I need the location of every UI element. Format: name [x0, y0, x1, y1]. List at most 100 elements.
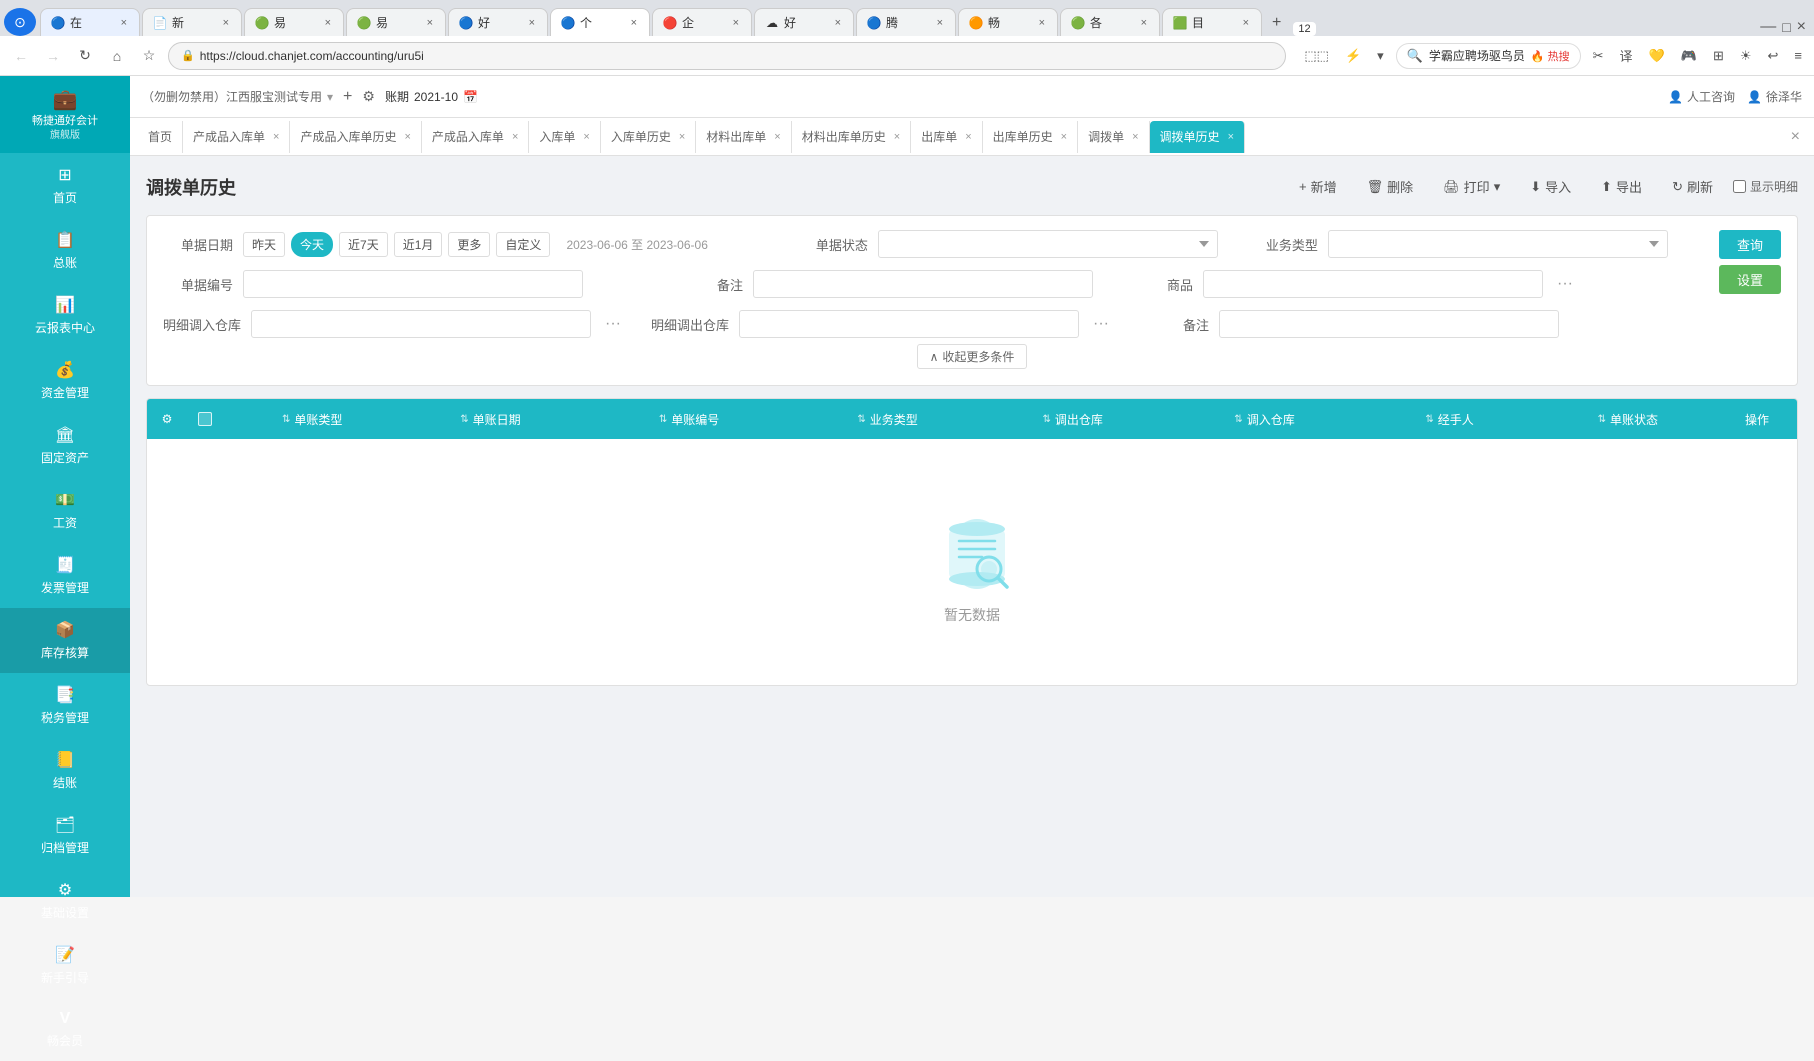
- nav-back-button[interactable]: ←: [8, 43, 34, 69]
- sidebar-item-reports[interactable]: 📊 云报表中心: [0, 283, 130, 348]
- query-button[interactable]: 查询: [1719, 230, 1781, 259]
- game-btn[interactable]: 🎮: [1677, 46, 1701, 66]
- tab-close-5[interactable]: ×: [527, 15, 537, 31]
- page-tab-6[interactable]: 材料出库单 ×: [696, 121, 791, 153]
- scissors-btn[interactable]: ✂: [1589, 46, 1608, 66]
- page-tab-3[interactable]: 产成品入库单 ×: [422, 121, 529, 153]
- date-btn-7days[interactable]: 近7天: [339, 232, 388, 257]
- th-in-wh[interactable]: ⇅ 调入仓库: [1169, 411, 1361, 428]
- show-cols-checkbox[interactable]: [1733, 180, 1746, 193]
- print-button[interactable]: 🖨 打印 ▾: [1433, 172, 1510, 201]
- settings-button[interactable]: 设置: [1719, 265, 1781, 294]
- th-num[interactable]: ⇅ 单账编号: [580, 411, 799, 428]
- sidebar-item-basic[interactable]: ⚙ 基础设置: [0, 868, 130, 933]
- sidebar-item-salary[interactable]: 💵 工资: [0, 478, 130, 543]
- th-out-wh[interactable]: ⇅ 调出仓库: [977, 411, 1169, 428]
- user-info[interactable]: 👤 徐泽华: [1747, 88, 1802, 105]
- undo-btn[interactable]: ↩: [1764, 46, 1783, 66]
- page-tabs-close-all[interactable]: ×: [1785, 128, 1806, 146]
- window-minimize[interactable]: —: [1760, 18, 1776, 36]
- new-tab-button[interactable]: +: [1264, 10, 1289, 36]
- sidebar-item-funds[interactable]: 💰 资金管理: [0, 348, 130, 413]
- th-handler[interactable]: ⇅ 经手人: [1360, 411, 1538, 428]
- page-tab-6-close[interactable]: ×: [774, 131, 780, 143]
- browser-tab-5[interactable]: 🔵 好 ×: [448, 8, 548, 36]
- page-tab-1-close[interactable]: ×: [273, 131, 279, 143]
- th-biz[interactable]: ⇅ 业务类型: [798, 411, 976, 428]
- sidebar-item-close[interactable]: 📒 结账: [0, 738, 130, 803]
- sidebar-item-member[interactable]: V 畅会员: [0, 998, 130, 1061]
- browser-tab-2[interactable]: 📄 新 ×: [142, 8, 242, 36]
- wallet-btn[interactable]: 💛: [1645, 46, 1669, 66]
- page-tab-3-close[interactable]: ×: [512, 131, 518, 143]
- page-tab-10-close[interactable]: ×: [1132, 131, 1138, 143]
- grid-btn[interactable]: ⊞: [1709, 46, 1728, 66]
- lightning-btn[interactable]: ⚡: [1341, 46, 1365, 66]
- sidebar-item-home[interactable]: ⊞ 首页: [0, 153, 130, 218]
- browser-tab-1[interactable]: 🔵 在 ×: [40, 8, 140, 36]
- new-button[interactable]: + 新增: [1289, 172, 1347, 201]
- biz-type-select[interactable]: [1328, 230, 1668, 258]
- sidebar-item-ledger[interactable]: 📋 总账: [0, 218, 130, 283]
- goods-input[interactable]: [1203, 270, 1543, 298]
- delete-button[interactable]: 🗑 删除: [1357, 172, 1424, 201]
- address-bar[interactable]: 🔒 https://cloud.chanjet.com/accounting/u…: [168, 42, 1286, 70]
- page-tab-7-close[interactable]: ×: [894, 131, 900, 143]
- company-selector[interactable]: （勿删勿禁用）江西服宝测试专用 ▾: [142, 88, 333, 105]
- add-company-button[interactable]: +: [343, 88, 352, 106]
- page-tab-home[interactable]: 首页: [138, 121, 183, 153]
- page-tab-5-close[interactable]: ×: [679, 131, 685, 143]
- in-wh-input[interactable]: [251, 310, 591, 338]
- translate-btn[interactable]: 译: [1616, 44, 1637, 67]
- status-select[interactable]: [878, 230, 1218, 258]
- th-type[interactable]: ⇅ 单账类型: [223, 411, 401, 428]
- browser-tab-10[interactable]: 🟠 畅 ×: [958, 8, 1058, 36]
- nav-refresh-button[interactable]: ↻: [72, 43, 98, 69]
- sidebar-item-archive[interactable]: 🗂 归档管理: [0, 803, 130, 868]
- date-btn-1month[interactable]: 近1月: [394, 232, 443, 257]
- tab-close-4[interactable]: ×: [425, 15, 435, 31]
- page-tab-10[interactable]: 调拨单 ×: [1078, 121, 1149, 153]
- date-btn-more[interactable]: 更多: [448, 232, 490, 257]
- tab-close-6[interactable]: ×: [629, 15, 639, 31]
- goods-ellipsis-btn[interactable]: ···: [1557, 275, 1573, 293]
- page-tab-8[interactable]: 出库单 ×: [911, 121, 982, 153]
- page-tab-7[interactable]: 材料出库单历史 ×: [792, 121, 911, 153]
- sidebar-item-invoice[interactable]: 🧾 发票管理: [0, 543, 130, 608]
- page-tab-9[interactable]: 出库单历史 ×: [983, 121, 1078, 153]
- th-checkbox-cell[interactable]: [187, 412, 223, 426]
- remark-input[interactable]: [753, 270, 1093, 298]
- menu-btn[interactable]: ≡: [1790, 46, 1806, 65]
- browser-tab-12[interactable]: 🟩 目 ×: [1162, 8, 1262, 36]
- remark2-input[interactable]: [1219, 310, 1559, 338]
- browser-tab-3[interactable]: 🟢 易 ×: [244, 8, 344, 36]
- service-button[interactable]: 👤 人工咨询: [1668, 88, 1735, 105]
- nav-home-button[interactable]: ⌂: [104, 43, 130, 69]
- select-all-checkbox[interactable]: [198, 412, 212, 426]
- out-wh-ellipsis-btn[interactable]: ···: [1093, 315, 1109, 333]
- page-tab-2-close[interactable]: ×: [404, 131, 410, 143]
- browser-search-bar[interactable]: 🔍 学霸应聘场驱鸟员 🔥 热搜: [1396, 43, 1581, 69]
- browser-tab-4[interactable]: 🟢 易 ×: [346, 8, 446, 36]
- page-tab-11-close[interactable]: ×: [1228, 131, 1234, 143]
- sidebar-item-inventory[interactable]: 📦 库存核算: [0, 608, 130, 673]
- page-tab-4[interactable]: 入库单 ×: [529, 121, 600, 153]
- page-tab-8-close[interactable]: ×: [965, 131, 971, 143]
- sidebar-item-tax[interactable]: 📑 税务管理: [0, 673, 130, 738]
- browser-tab-7[interactable]: 🔴 企 ×: [652, 8, 752, 36]
- tab-close-11[interactable]: ×: [1139, 15, 1149, 31]
- out-wh-input[interactable]: [739, 310, 1079, 338]
- period-selector[interactable]: 账期 2021-10 📅: [385, 88, 478, 105]
- window-maximize[interactable]: □: [1782, 19, 1790, 35]
- dropdown-btn[interactable]: ▾: [1373, 46, 1388, 66]
- docnum-input[interactable]: [243, 270, 583, 298]
- th-date[interactable]: ⇅ 单账日期: [401, 411, 579, 428]
- export-button[interactable]: ⬆ 导出: [1591, 172, 1652, 201]
- tab-close-10[interactable]: ×: [1037, 15, 1047, 31]
- browser-tab-6[interactable]: 🔵 个 ×: [550, 8, 650, 36]
- tab-close-12[interactable]: ×: [1241, 15, 1251, 31]
- browser-tab-8[interactable]: ☁ 好 ×: [754, 8, 854, 36]
- extensions-btn[interactable]: ⬚⬚: [1300, 46, 1333, 66]
- page-tab-5[interactable]: 入库单历史 ×: [601, 121, 696, 153]
- tab-close-1[interactable]: ×: [119, 15, 129, 31]
